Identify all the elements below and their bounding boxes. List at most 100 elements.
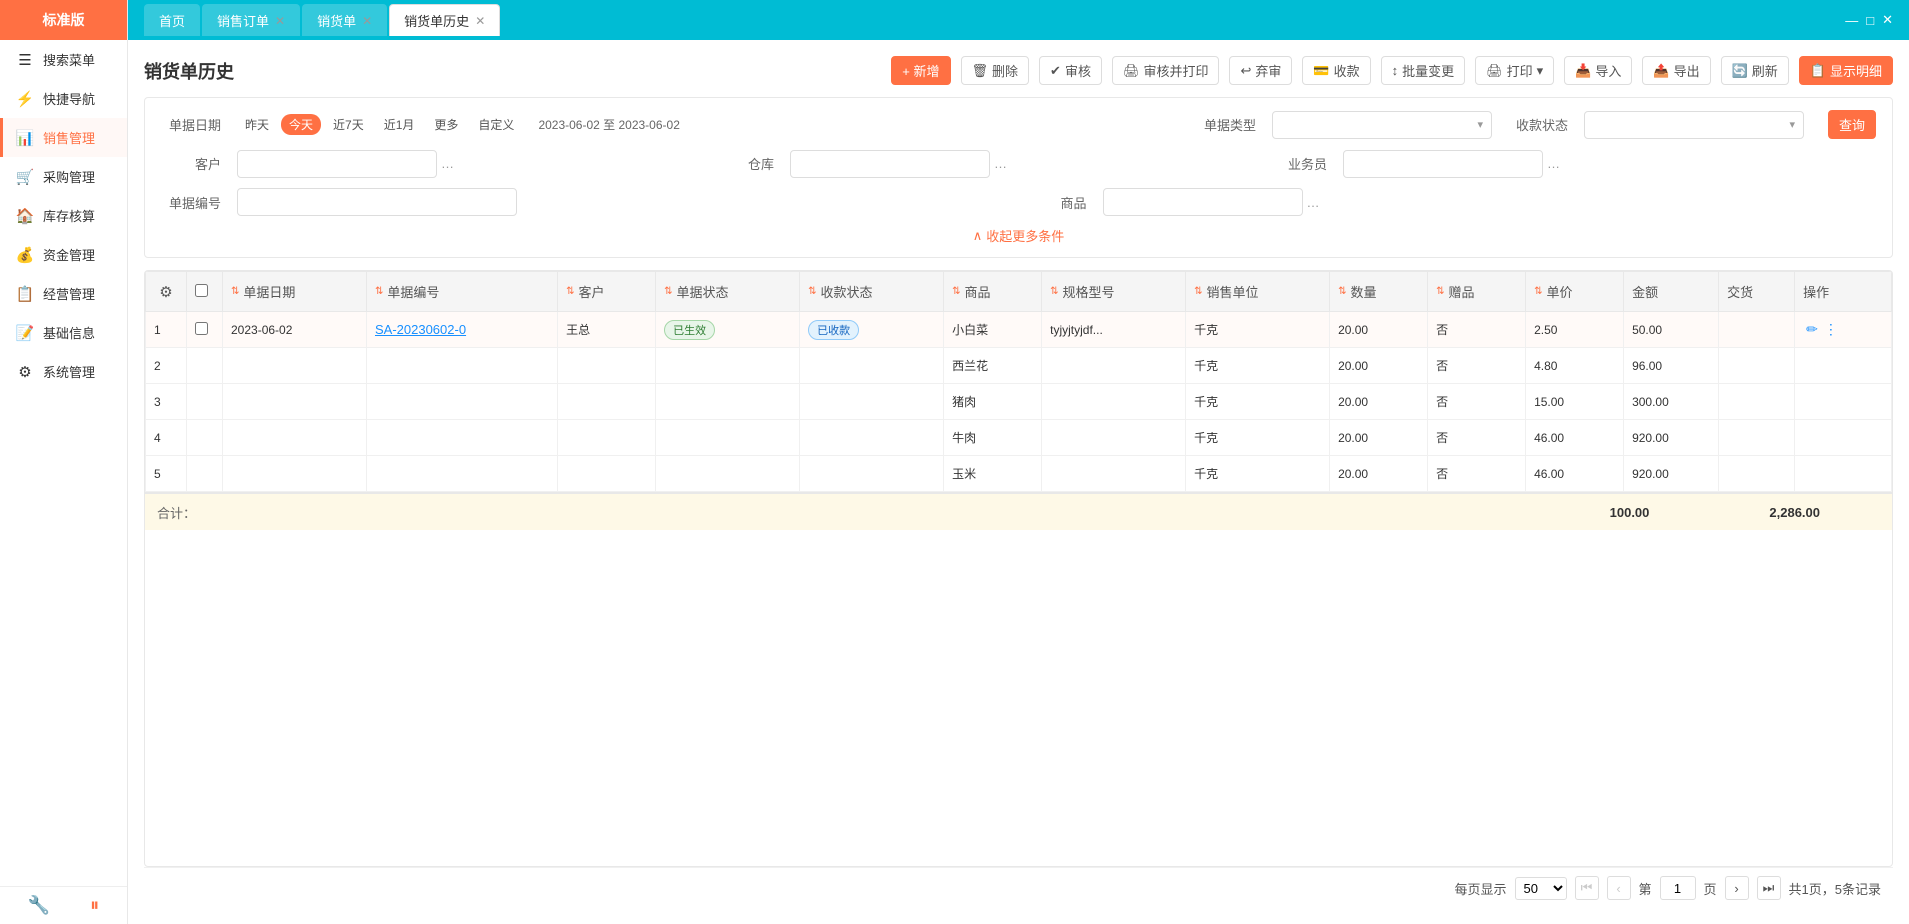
date-tab-yesterday[interactable]: 昨天 (237, 114, 277, 135)
system-mgmt-icon: ⚙ (15, 363, 35, 381)
th-gift[interactable]: ⇅ 赠品 (1428, 272, 1526, 312)
operations-mgmt-icon: 📋 (15, 285, 35, 303)
abandon-button[interactable]: ↩ 弃审 (1229, 56, 1292, 85)
th-doc-no[interactable]: ⇅ 单据编号 (366, 272, 557, 312)
th-qty[interactable]: ⇅ 数量 (1330, 272, 1428, 312)
query-button[interactable]: 查询 (1828, 110, 1876, 139)
select-all-checkbox[interactable] (195, 284, 208, 297)
sidebar-item-operations-mgmt[interactable]: 📋 经营管理 (0, 274, 127, 313)
th-doc-date[interactable]: ⇅ 单据日期 (223, 272, 367, 312)
doc-no-link[interactable]: SA-20230602-0 (375, 322, 466, 337)
maximize-btn[interactable]: □ (1866, 13, 1874, 28)
th-sales-unit[interactable]: ⇅ 销售单位 (1186, 272, 1330, 312)
tab-sales-history[interactable]: 销货单历史 ✕ (389, 4, 500, 36)
cell-customer (558, 348, 656, 384)
sidebar-collapse-btn[interactable]: ⏸ (90, 895, 99, 916)
first-page-btn[interactable]: ⏮ (1575, 876, 1599, 900)
collect-status-select[interactable]: ▾ (1584, 111, 1804, 139)
tab-sales-order[interactable]: 销售订单 ✕ (202, 4, 300, 36)
delete-button[interactable]: 🗑 删除 (961, 56, 1030, 85)
warehouse-dots-btn[interactable]: … (994, 156, 1007, 171)
th-transaction-label: 交货 (1727, 285, 1753, 300)
th-customer[interactable]: ⇅ 客户 (558, 272, 656, 312)
new-button[interactable]: + 新增 (891, 56, 950, 85)
date-tab-custom[interactable]: 自定义 (470, 114, 522, 135)
customer-dots-btn[interactable]: … (441, 156, 454, 171)
cell-doc-status (656, 456, 800, 492)
cell-amount: 920.00 (1624, 420, 1719, 456)
purchase-mgmt-icon: 🛒 (15, 168, 35, 186)
sidebar-item-quick-nav[interactable]: ⚡ 快捷导航 (0, 79, 127, 118)
th-unit-price[interactable]: ⇅ 单价 (1526, 272, 1624, 312)
display-detail-button[interactable]: 📋 显示明细 (1799, 56, 1893, 85)
close-window-btn[interactable]: ✕ (1882, 12, 1893, 28)
cell-sales-unit: 千克 (1186, 312, 1330, 348)
sidebar-item-basic-info[interactable]: 📝 基础信息 (0, 313, 127, 352)
page-size-select[interactable]: 50 10 20 100 (1515, 877, 1567, 900)
tab-sales-order-close[interactable]: ✕ (275, 14, 285, 28)
th-goods[interactable]: ⇅ 商品 (944, 272, 1042, 312)
audit-print-button[interactable]: 🖨 审核并打印 (1112, 56, 1220, 85)
cell-spec-type (1042, 420, 1186, 456)
row-checkbox[interactable] (195, 322, 208, 335)
customer-input[interactable] (237, 150, 437, 178)
doc-no-input[interactable] (237, 188, 517, 216)
row-edit-btn[interactable]: ✏ (1803, 321, 1821, 337)
staff-input[interactable] (1343, 150, 1543, 178)
prev-page-btn[interactable]: ‹ (1607, 876, 1631, 900)
sidebar-item-stock-calc[interactable]: 🏠 库存核算 (0, 196, 127, 235)
sidebar-item-system-mgmt[interactable]: ⚙ 系统管理 (0, 352, 127, 391)
cell-doc-no (366, 456, 557, 492)
sidebar-item-search-menu[interactable]: ☰ 搜索菜单 (0, 40, 127, 79)
print-button[interactable]: 🖨 打印 ▾ (1475, 56, 1554, 85)
warehouse-label: 仓库 (714, 154, 774, 173)
sidebar-item-purchase-mgmt[interactable]: 🛒 采购管理 (0, 157, 127, 196)
date-tab-7days[interactable]: 近7天 (325, 114, 372, 135)
refresh-button[interactable]: 🔄 刷新 (1721, 56, 1789, 85)
cell-unit-price: 2.50 (1526, 312, 1624, 348)
doc-type-select[interactable]: ▾ (1272, 111, 1492, 139)
warehouse-input[interactable] (790, 150, 990, 178)
row-more-btn[interactable]: ⋮ (1821, 321, 1841, 337)
date-tab-today[interactable]: 今天 (281, 114, 321, 135)
th-spec-type[interactable]: ⇅ 规格型号 (1042, 272, 1186, 312)
sidebar-item-finance-mgmt[interactable]: 💰 资金管理 (0, 235, 127, 274)
export-button[interactable]: 📤 导出 (1642, 56, 1710, 85)
sidebar-bottom: 🔧 ⏸ (0, 886, 127, 924)
th-action-label: 操作 (1803, 285, 1829, 300)
th-collect-status[interactable]: ⇅ 收款状态 (800, 272, 944, 312)
audit-button[interactable]: ✔ 审核 (1039, 56, 1102, 85)
th-doc-status-label: 单据状态 (677, 282, 729, 301)
staff-dots-btn[interactable]: … (1547, 156, 1560, 171)
page-input[interactable] (1660, 876, 1696, 900)
tab-sales-history-close[interactable]: ✕ (475, 14, 485, 28)
collect-button[interactable]: 💳 收款 (1302, 56, 1370, 85)
date-tab-1month[interactable]: 近1月 (376, 114, 423, 135)
th-doc-status[interactable]: ⇅ 单据状态 (656, 272, 800, 312)
stock-calc-icon: 🏠 (15, 207, 35, 225)
cell-action (1795, 420, 1892, 456)
tab-sales-delivery-close[interactable]: ✕ (362, 14, 372, 28)
gear-config-btn[interactable]: ⚙ (154, 280, 178, 304)
staff-label: 业务员 (1267, 154, 1327, 173)
collapse-button[interactable]: ∧ 收起更多条件 (161, 226, 1876, 245)
date-tab-more[interactable]: 更多 (426, 114, 466, 135)
next-page-btn[interactable]: › (1725, 876, 1749, 900)
goods-input[interactable] (1103, 188, 1303, 216)
th-checkbox (187, 272, 223, 312)
tab-home[interactable]: 首页 (144, 4, 200, 36)
minimize-btn[interactable]: — (1845, 13, 1858, 28)
sidebar-expand-btn[interactable]: 🔧 (28, 895, 50, 916)
import-button[interactable]: 📥 导入 (1564, 56, 1632, 85)
sidebar-item-sales-mgmt[interactable]: 📊 销售管理 (0, 118, 127, 157)
th-doc-date-label: 单据日期 (243, 282, 295, 301)
cell-unit-price: 46.00 (1526, 420, 1624, 456)
page-word: 第 (1639, 879, 1652, 898)
last-page-btn[interactable]: ⏭ (1757, 876, 1781, 900)
goods-dots-btn[interactable]: … (1307, 195, 1320, 210)
cell-customer (558, 420, 656, 456)
cell-checkbox (187, 312, 223, 348)
batch-change-button[interactable]: ↕ 批量变更 (1381, 56, 1466, 85)
print-button-label: 打印 (1507, 61, 1533, 80)
tab-sales-delivery[interactable]: 销货单 ✕ (302, 4, 387, 36)
